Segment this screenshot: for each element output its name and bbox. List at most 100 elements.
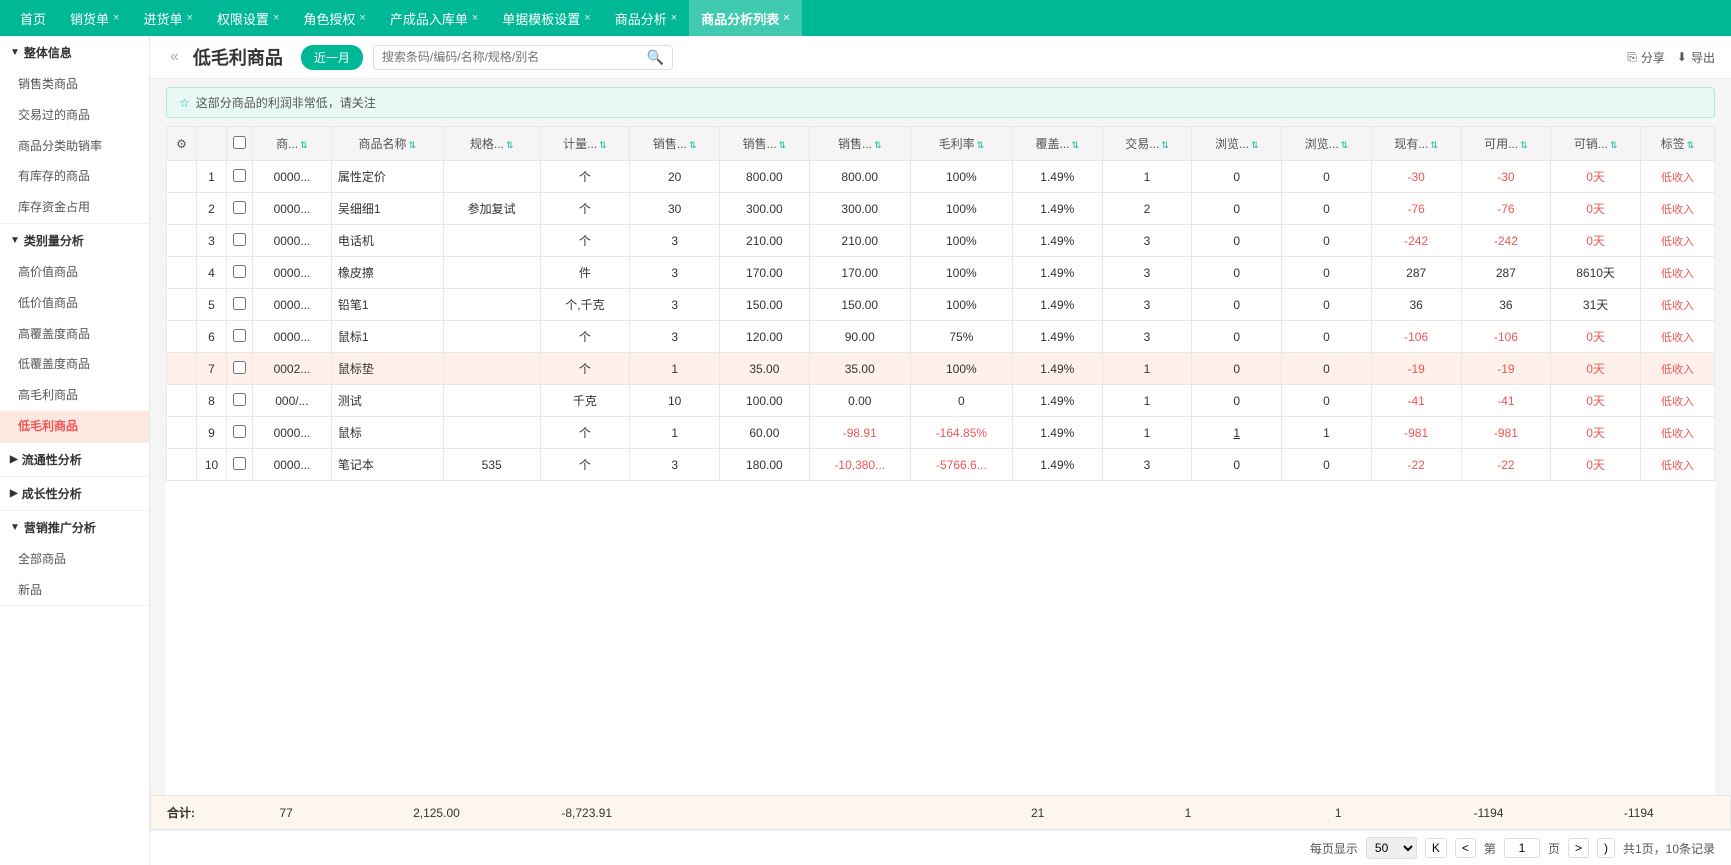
col-sale-qty[interactable]: 销售...⇅ [630,127,720,161]
sidebar-group-category-title[interactable]: ▼ 类别量分析 [0,224,149,257]
cell-available: -106 [1461,321,1551,353]
nav-sales[interactable]: 销货单 × [58,0,131,36]
col-transaction[interactable]: 交易...⇅ [1102,127,1192,161]
col-unit[interactable]: 计量...⇅ [540,127,630,161]
page-first-button[interactable]: K [1425,838,1447,858]
cell-browse1[interactable]: 1 [1192,417,1282,449]
page-prev-button[interactable]: < [1455,838,1476,858]
nav-purchase[interactable]: 进货单 × [131,0,204,36]
nav-roles-close[interactable]: × [359,12,365,24]
col-sale-amount[interactable]: 销售...⇅ [809,127,910,161]
sidebar-item-all-products[interactable]: 全部商品 [0,544,149,575]
nav-products-close[interactable]: × [472,12,478,24]
sidebar-group-overall-title[interactable]: ▼ 整体信息 [0,36,149,69]
page-last-button[interactable]: ) [1597,838,1615,858]
nav-permissions[interactable]: 权限设置 × [205,0,291,36]
cell-checkbox[interactable] [227,417,253,449]
nav-analysis-list[interactable]: 商品分析列表 × [689,0,801,36]
col-gross-margin[interactable]: 毛利率⇅ [910,127,1012,161]
cell-checkbox[interactable] [227,289,253,321]
nav-purchase-close[interactable]: × [186,12,192,24]
time-tab-recent-month[interactable]: 近一月 [301,45,363,70]
col-available[interactable]: 可用...⇅ [1461,127,1551,161]
sidebar-item-high-value[interactable]: 高价值商品 [0,257,149,288]
share-button[interactable]: ⎘ 分享 [1627,49,1665,66]
col-checkbox[interactable] [227,127,253,161]
cell-browse1[interactable]: 0 [1192,353,1282,385]
cell-browse1[interactable]: 0 [1192,225,1282,257]
cell-browse1[interactable]: 0 [1192,257,1282,289]
cell-checkbox[interactable] [227,449,253,481]
search-input[interactable] [382,50,647,64]
page-next-button[interactable]: > [1568,838,1589,858]
sidebar-item-category-rate[interactable]: 商品分类助销率 [0,131,149,162]
page-total-label: 共1页，10条记录 [1623,840,1715,857]
nav-templates-close[interactable]: × [584,12,590,24]
nav-analysis[interactable]: 商品分析 × [603,0,689,36]
cell-checkbox[interactable] [227,257,253,289]
cell-browse1[interactable]: 0 [1192,193,1282,225]
col-code[interactable]: 商...⇅ [253,127,332,161]
row-checkbox[interactable] [233,265,246,278]
nav-permissions-close[interactable]: × [273,12,279,24]
col-current-stock[interactable]: 现有...⇅ [1371,127,1461,161]
cell-checkbox[interactable] [227,225,253,257]
row-checkbox[interactable] [233,361,246,374]
sidebar-item-traded-products[interactable]: 交易过的商品 [0,100,149,131]
sidebar-item-low-coverage[interactable]: 低覆盖度商品 [0,349,149,380]
nav-home[interactable]: 首页 [8,0,58,36]
row-checkbox[interactable] [233,393,246,406]
search-icon[interactable]: 🔍 [646,49,663,66]
cell-checkbox[interactable] [227,193,253,225]
row-checkbox[interactable] [233,329,246,342]
nav-roles[interactable]: 角色授权 × [291,0,377,36]
sidebar-item-stock-fund[interactable]: 库存资金占用 [0,192,149,223]
sidebar-item-low-value[interactable]: 低价值商品 [0,288,149,319]
col-settings[interactable]: ⚙ [167,127,197,161]
nav-analysis-list-close[interactable]: × [783,12,789,24]
cell-checkbox[interactable] [227,353,253,385]
col-tag[interactable]: 标签⇅ [1640,127,1714,161]
cell-checkbox[interactable] [227,321,253,353]
nav-analysis-close[interactable]: × [671,12,677,24]
cell-checkbox[interactable] [227,385,253,417]
col-name[interactable]: 商品名称⇅ [331,127,443,161]
page-number-input[interactable] [1504,838,1540,858]
col-spec[interactable]: 规格...⇅ [443,127,540,161]
sidebar-group-marketing-title[interactable]: ▼ 营销推广分析 [0,511,149,544]
col-sellable[interactable]: 可销...⇅ [1551,127,1641,161]
share-icon: ⎘ [1627,50,1637,65]
sidebar-item-sales-products[interactable]: 销售类商品 [0,69,149,100]
nav-products[interactable]: 产成品入库单 × [378,0,490,36]
cell-browse1[interactable]: 0 [1192,449,1282,481]
cell-browse1[interactable]: 0 [1192,161,1282,193]
nav-templates[interactable]: 单据模板设置 × [490,0,602,36]
row-checkbox[interactable] [233,201,246,214]
sidebar-item-high-margin[interactable]: 高毛利商品 [0,380,149,411]
sidebar-item-new-products[interactable]: 新品 [0,575,149,606]
sidebar-item-low-margin[interactable]: 低毛利商品 [0,411,149,442]
row-checkbox[interactable] [233,457,246,470]
cell-checkbox[interactable] [227,161,253,193]
col-sale-price[interactable]: 销售...⇅ [720,127,810,161]
row-checkbox[interactable] [233,297,246,310]
col-browse1[interactable]: 浏览...⇅ [1192,127,1282,161]
sidebar-item-stock-products[interactable]: 有库存的商品 [0,161,149,192]
cell-browse1[interactable]: 0 [1192,289,1282,321]
row-checkbox[interactable] [233,425,246,438]
export-button[interactable]: ⬇ 导出 [1677,49,1715,66]
sidebar-item-high-coverage[interactable]: 高覆盖度商品 [0,319,149,350]
sidebar-group-flow-title[interactable]: ▶ 流通性分析 [0,443,149,476]
sidebar-collapse-button[interactable]: « [166,48,183,66]
row-checkbox[interactable] [233,169,246,182]
row-checkbox[interactable] [233,233,246,246]
cell-browse1[interactable]: 0 [1192,321,1282,353]
select-all-checkbox[interactable] [233,136,246,149]
sidebar-group-growth-title[interactable]: ▶ 成长性分析 [0,477,149,510]
col-coverage[interactable]: 覆盖...⇅ [1012,127,1102,161]
nav-sales-close[interactable]: × [113,12,119,24]
page-size-select[interactable]: 50 100 [1366,837,1417,859]
cell-browse1[interactable]: 0 [1192,385,1282,417]
cell-unit: 个 [540,417,630,449]
col-browse2[interactable]: 浏览...⇅ [1282,127,1372,161]
